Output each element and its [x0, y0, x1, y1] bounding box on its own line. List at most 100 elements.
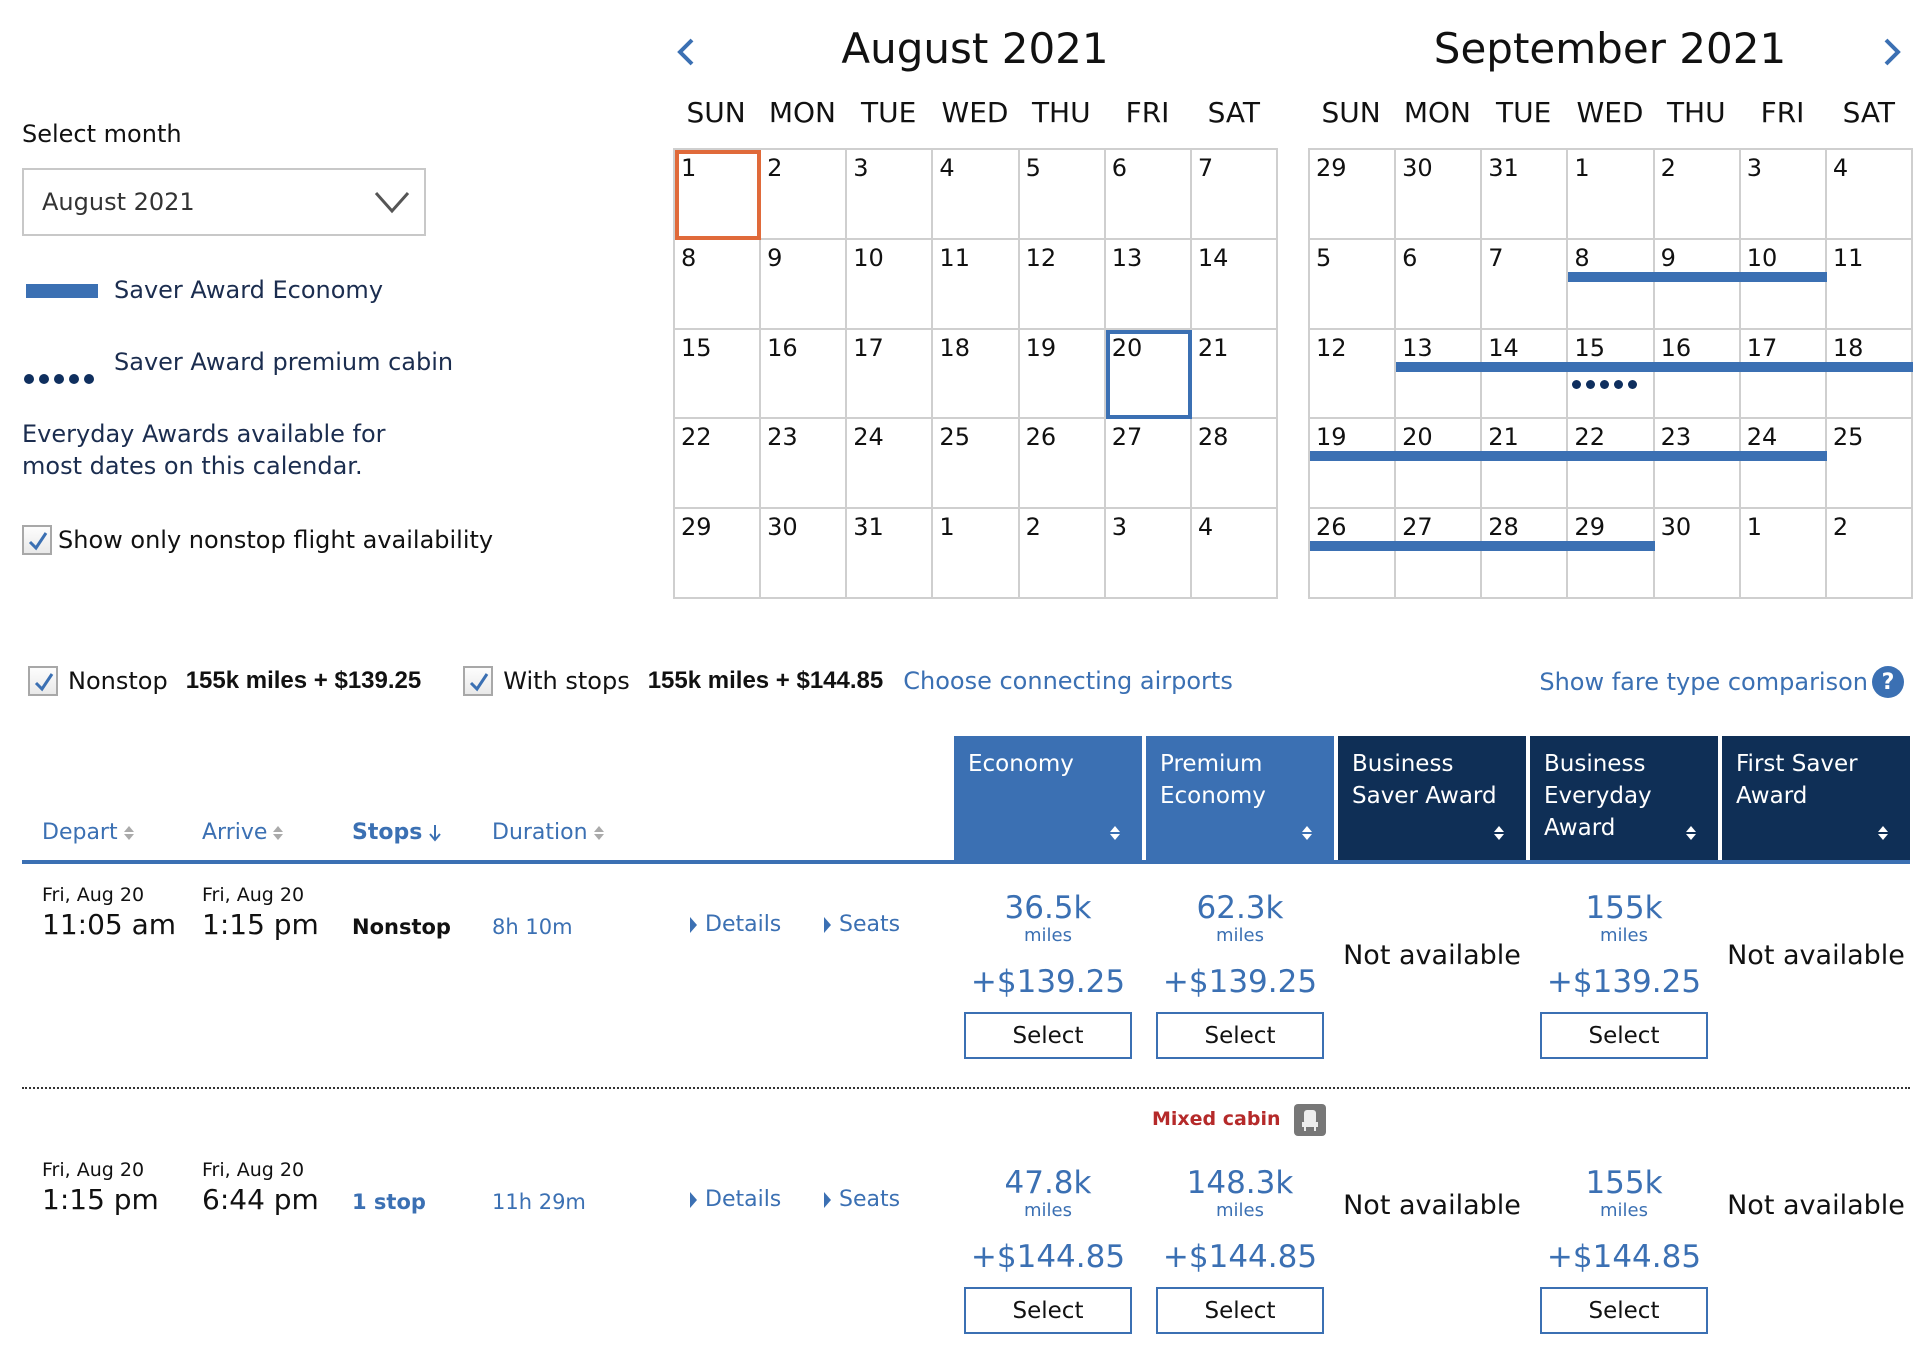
calendar-day[interactable]: 11	[933, 239, 1020, 330]
calendar-day[interactable]: 21	[1482, 419, 1569, 510]
details-toggle[interactable]: Details	[690, 1187, 781, 1212]
select-button-premium-economy[interactable]: Select	[1156, 1012, 1324, 1059]
cabin-header-business-everyday[interactable]: Business Everyday Award	[1530, 736, 1718, 862]
nonstop-only-checkbox[interactable]	[22, 525, 52, 555]
choose-connecting-airports-link[interactable]: Choose connecting airports	[903, 667, 1233, 695]
calendar-day[interactable]: 9	[1654, 239, 1741, 330]
select-button-business-everyday[interactable]: Select	[1540, 1012, 1708, 1059]
nonstop-checkbox[interactable]	[28, 666, 58, 696]
calendar-day[interactable]: 22	[675, 419, 762, 510]
calendar-day[interactable]: 8	[675, 239, 762, 330]
calendar-day[interactable]: 27	[1105, 419, 1192, 510]
calendar-day[interactable]: 2	[1654, 150, 1741, 240]
calendar-day[interactable]: 27	[1396, 509, 1483, 599]
calendar-day[interactable]: 5	[1019, 150, 1106, 240]
calendar-day[interactable]: 2	[1826, 509, 1913, 599]
seats-toggle[interactable]: Seats	[824, 912, 900, 937]
cabin-header-economy[interactable]: Economy	[954, 736, 1142, 862]
calendar-day[interactable]: 16	[761, 329, 848, 420]
calendar-day[interactable]: 24	[1740, 419, 1827, 510]
select-button-premium-economy[interactable]: Select	[1156, 1287, 1324, 1334]
calendar-day[interactable]: 12	[1310, 329, 1397, 420]
calendar-day[interactable]: 13	[1105, 239, 1192, 330]
calendar-day[interactable]: 19	[1310, 419, 1397, 510]
calendar-day-number: 1	[1574, 154, 1590, 182]
calendar-day[interactable]: 30	[761, 509, 848, 599]
calendar-day[interactable]: 2	[761, 150, 848, 240]
calendar-day[interactable]: 1	[1568, 150, 1655, 240]
details-toggle[interactable]: Details	[690, 912, 781, 937]
calendar-day[interactable]: 28	[1191, 419, 1278, 510]
calendar-day[interactable]: 15	[675, 329, 762, 420]
cabin-header-first-saver[interactable]: First Saver Award	[1722, 736, 1910, 862]
calendar-day[interactable]: 8	[1568, 239, 1655, 330]
calendar-day[interactable]: 18	[1826, 329, 1913, 420]
calendar-day[interactable]: 5	[1310, 239, 1397, 330]
calendar-day[interactable]: 11	[1826, 239, 1913, 330]
calendar-day[interactable]: 14	[1482, 329, 1569, 420]
calendar-day[interactable]: 30	[1396, 150, 1483, 240]
calendar-day[interactable]: 28	[1482, 509, 1569, 599]
calendar-day[interactable]: 17	[847, 329, 934, 420]
cabin-header-premium-economy[interactable]: Premium Economy	[1146, 736, 1334, 862]
calendar-day[interactable]: 6	[1105, 150, 1192, 240]
calendar-day[interactable]: 1	[675, 150, 762, 240]
calendar-day[interactable]: 29	[1568, 509, 1655, 599]
nonstop-only-option[interactable]: Show only nonstop flight availability	[22, 525, 493, 555]
calendar-day[interactable]: 31	[847, 509, 934, 599]
calendar-day[interactable]: 7	[1191, 150, 1278, 240]
calendar-day[interactable]: 23	[761, 419, 848, 510]
calendar-day[interactable]: 3	[847, 150, 934, 240]
sort-stops[interactable]: Stops	[352, 820, 442, 845]
calendar-day[interactable]: 7	[1482, 239, 1569, 330]
calendar-day[interactable]: 12	[1019, 239, 1106, 330]
calendar-day[interactable]: 19	[1019, 329, 1106, 420]
calendar-day[interactable]: 6	[1396, 239, 1483, 330]
calendar-day[interactable]: 17	[1740, 329, 1827, 420]
calendar-day[interactable]: 10	[847, 239, 934, 330]
cabin-header-business-saver[interactable]: Business Saver Award	[1338, 736, 1526, 862]
calendar-day[interactable]: 24	[847, 419, 934, 510]
calendar-day[interactable]: 3	[1105, 509, 1192, 599]
calendar-day[interactable]: 31	[1482, 150, 1569, 240]
calendar-day[interactable]: 25	[933, 419, 1020, 510]
calendar-day[interactable]: 4	[1191, 509, 1278, 599]
sort-depart[interactable]: Depart	[42, 820, 134, 845]
calendar-day[interactable]: 22	[1568, 419, 1655, 510]
calendar-day[interactable]: 2	[1019, 509, 1106, 599]
calendar-day[interactable]: 29	[1310, 150, 1397, 240]
sort-arrive-label: Arrive	[202, 820, 268, 845]
calendar-day[interactable]: 18	[933, 329, 1020, 420]
calendar-day[interactable]: 20	[1105, 329, 1192, 420]
calendar-day[interactable]: 9	[761, 239, 848, 330]
calendar-day[interactable]: 15	[1568, 329, 1655, 420]
calendar-day[interactable]: 3	[1740, 150, 1827, 240]
sort-duration[interactable]: Duration	[492, 820, 604, 845]
select-button-business-everyday[interactable]: Select	[1540, 1287, 1708, 1334]
calendar-day[interactable]: 29	[675, 509, 762, 599]
seats-toggle[interactable]: Seats	[824, 1187, 900, 1212]
calendar-day[interactable]: 20	[1396, 419, 1483, 510]
calendar-day[interactable]: 21	[1191, 329, 1278, 420]
calendar-day[interactable]: 10	[1740, 239, 1827, 330]
select-button-economy[interactable]: Select	[964, 1287, 1132, 1334]
calendar-day[interactable]: 1	[933, 509, 1020, 599]
calendar-day[interactable]: 1	[1740, 509, 1827, 599]
calendar-day[interactable]: 4	[1826, 150, 1913, 240]
calendar-day[interactable]: 26	[1019, 419, 1106, 510]
stops-link[interactable]: 1 stop	[352, 1190, 426, 1214]
calendar-day[interactable]: 16	[1654, 329, 1741, 420]
calendar-day[interactable]: 13	[1396, 329, 1483, 420]
calendar-day[interactable]: 14	[1191, 239, 1278, 330]
calendar-day[interactable]: 23	[1654, 419, 1741, 510]
calendar-day[interactable]: 4	[933, 150, 1020, 240]
calendar-day[interactable]: 26	[1310, 509, 1397, 599]
help-icon[interactable]: ?	[1872, 666, 1904, 698]
fare-type-comparison-link[interactable]: Show fare type comparison	[1539, 668, 1868, 696]
month-dropdown[interactable]: August 2021	[22, 168, 426, 236]
calendar-day[interactable]: 30	[1654, 509, 1741, 599]
sort-arrive[interactable]: Arrive	[202, 820, 284, 845]
with-stops-checkbox[interactable]	[463, 666, 494, 696]
calendar-day[interactable]: 25	[1826, 419, 1913, 510]
select-button-economy[interactable]: Select	[964, 1012, 1132, 1059]
